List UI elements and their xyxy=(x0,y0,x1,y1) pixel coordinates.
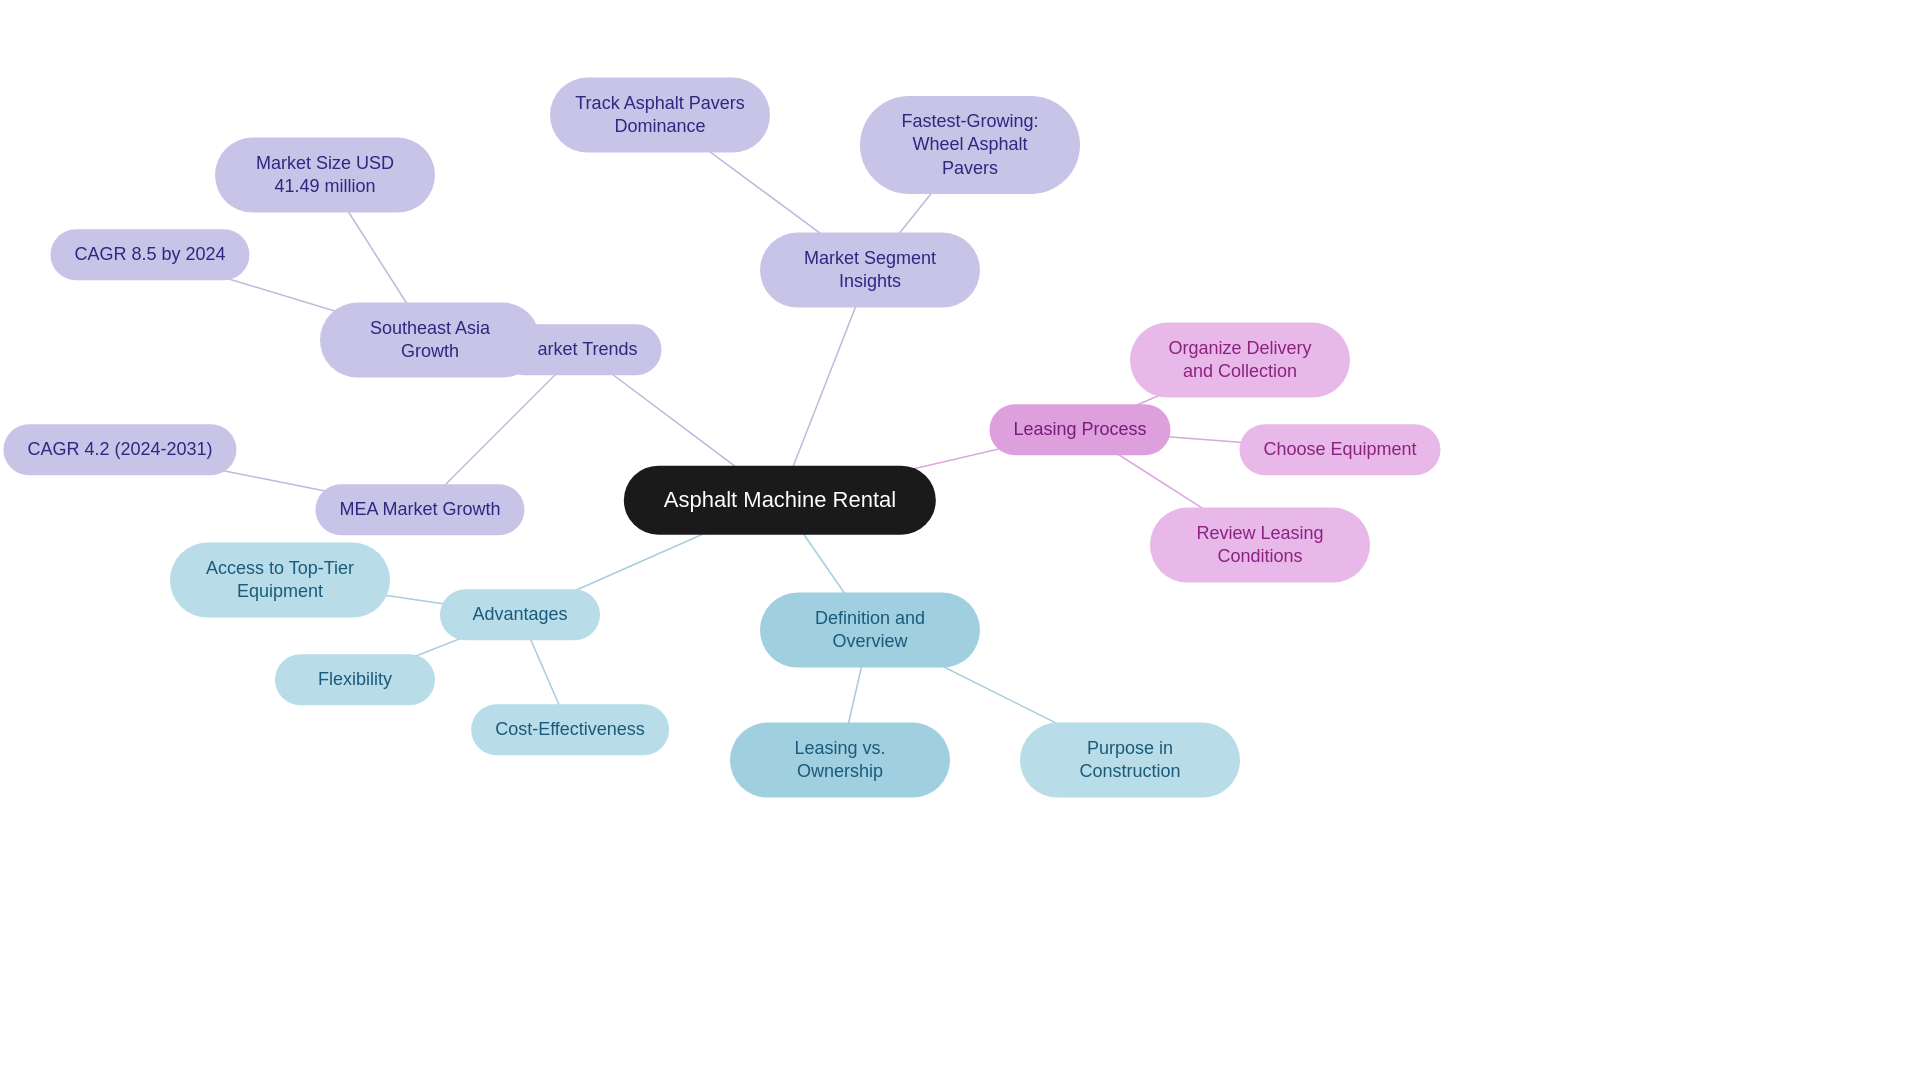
node-cagr-2024[interactable]: CAGR 8.5 by 2024 xyxy=(50,229,249,280)
mindmap-container: Asphalt Machine RentalMarket TrendsMarke… xyxy=(0,0,1920,1083)
node-flexibility[interactable]: Flexibility xyxy=(275,654,435,705)
node-mea-market-growth[interactable]: MEA Market Growth xyxy=(315,484,524,535)
node-fastest-growing[interactable]: Fastest-Growing: Wheel Asphalt Pavers xyxy=(860,96,1080,194)
node-cost-effectiveness[interactable]: Cost-Effectiveness xyxy=(471,704,669,755)
node-purpose-construction[interactable]: Purpose in Construction xyxy=(1020,723,1240,798)
node-leasing-process[interactable]: Leasing Process xyxy=(989,404,1170,455)
node-market-segment-insights[interactable]: Market Segment Insights xyxy=(760,233,980,308)
node-cagr-2031[interactable]: CAGR 4.2 (2024-2031) xyxy=(3,424,236,475)
node-track-asphalt[interactable]: Track Asphalt Pavers Dominance xyxy=(550,78,770,153)
node-review-leasing[interactable]: Review Leasing Conditions xyxy=(1150,508,1370,583)
node-southeast-asia-growth[interactable]: Southeast Asia Growth xyxy=(320,303,540,378)
node-definition-overview[interactable]: Definition and Overview xyxy=(760,593,980,668)
node-access-equipment[interactable]: Access to Top-Tier Equipment xyxy=(170,543,390,618)
node-leasing-vs-ownership[interactable]: Leasing vs. Ownership xyxy=(730,723,950,798)
node-advantages[interactable]: Advantages xyxy=(440,589,600,640)
node-choose-equipment[interactable]: Choose Equipment xyxy=(1239,424,1440,475)
node-organize-delivery[interactable]: Organize Delivery and Collection xyxy=(1130,323,1350,398)
center-node[interactable]: Asphalt Machine Rental xyxy=(624,466,936,535)
node-market-size[interactable]: Market Size USD 41.49 million xyxy=(215,138,435,213)
